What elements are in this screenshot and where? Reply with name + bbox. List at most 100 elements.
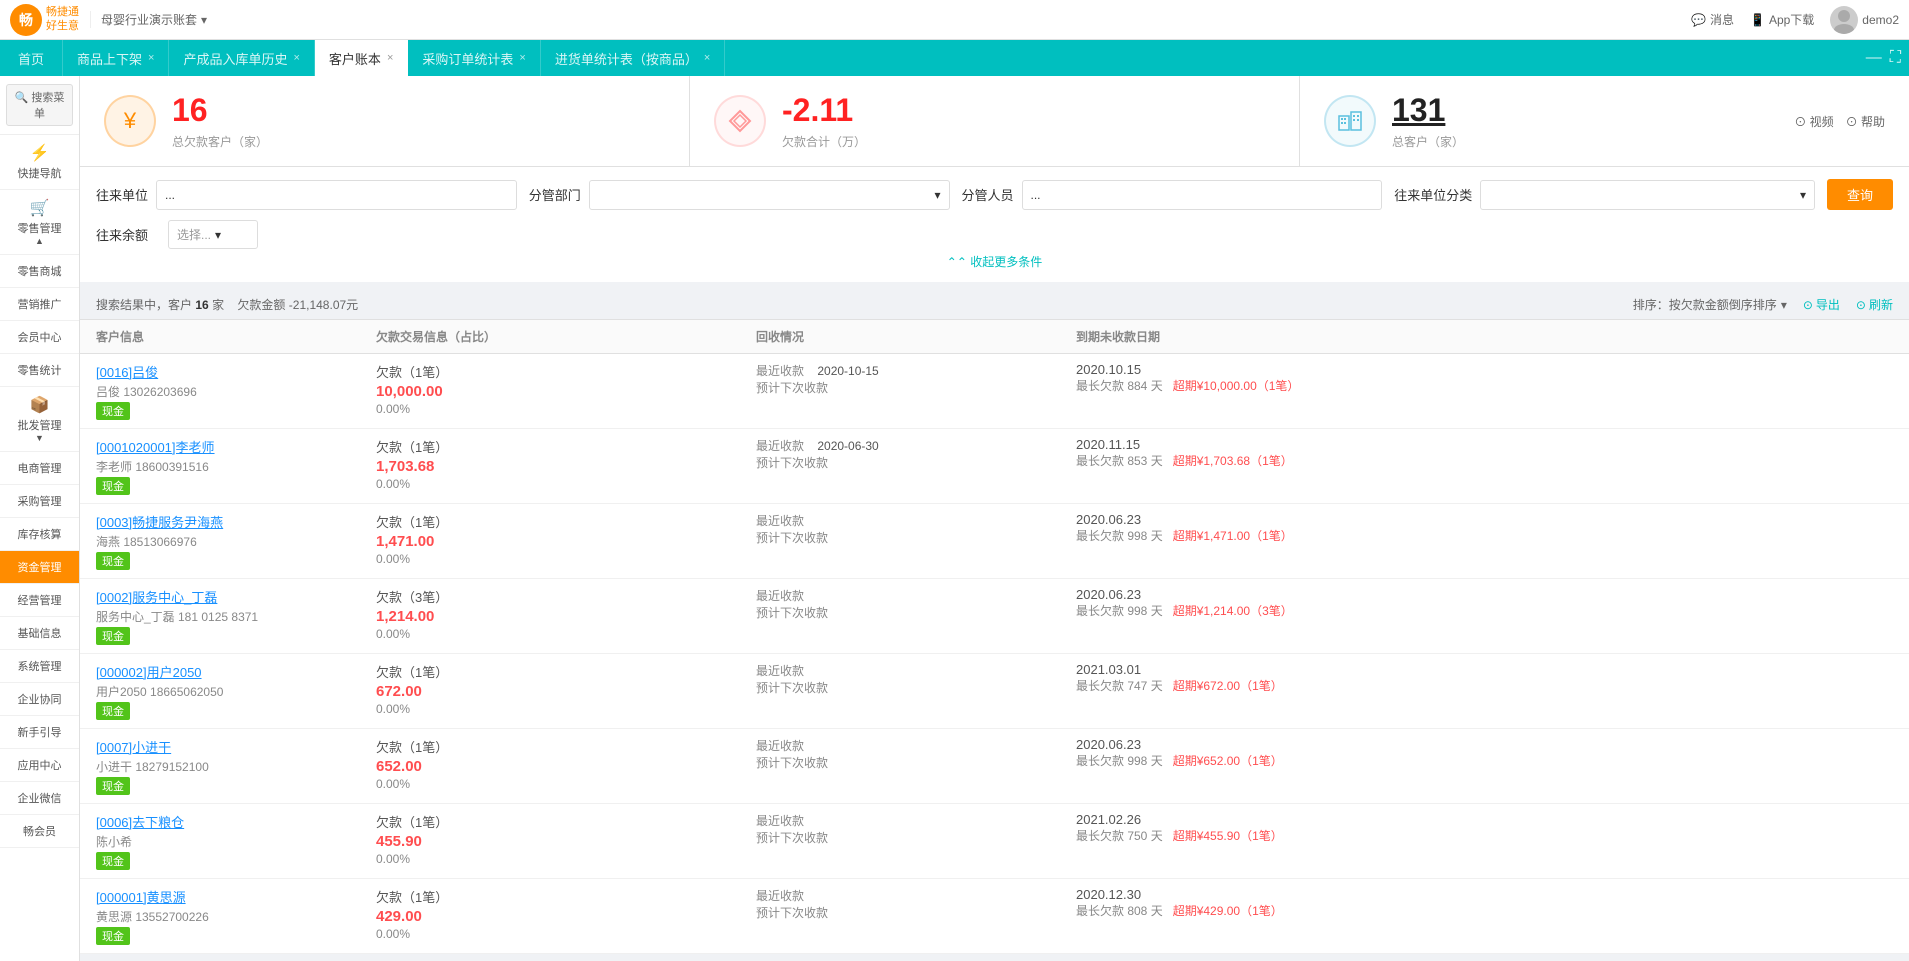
table-row: [0006]去下粮仓 陈小希 现金 欠款（1笔） 455.90 0.00% 最近… (80, 804, 1909, 879)
overdue-link-5[interactable]: 超期¥652.00（1笔） (1173, 754, 1283, 768)
overdue-link-7[interactable]: 超期¥429.00（1笔） (1173, 904, 1283, 918)
search-button[interactable]: 查询 (1827, 179, 1893, 210)
sort-chevron-icon: ▾ (1781, 298, 1787, 312)
overdue-link-0[interactable]: 超期¥10,000.00（1笔） (1173, 379, 1300, 393)
tab-product-history[interactable]: 产成品入库单历史 × (169, 40, 314, 76)
cell-due-5: 2020.06.23 最长欠款 998 天 超期¥652.00（1笔） (1076, 737, 1893, 795)
chevron-down-icon: ▾ (215, 228, 221, 242)
due-overdue-0: 最长欠款 884 天 超期¥10,000.00（1笔） (1076, 377, 1893, 394)
overdue-link-6[interactable]: 超期¥455.90（1笔） (1173, 829, 1283, 843)
overdue-link-3[interactable]: 超期¥1,214.00（3笔） (1173, 604, 1293, 618)
user-menu[interactable]: demo2 (1830, 6, 1899, 34)
debt-amount-5[interactable]: 652.00 (376, 758, 756, 775)
collapse-icon: ⌃⌃ (947, 255, 967, 269)
sidebar-item-enterprise-wechat[interactable]: 企业微信 (0, 782, 79, 815)
debt-amount-0[interactable]: 10,000.00 (376, 383, 756, 400)
customer-name-5[interactable]: [0007]小进干 (96, 737, 376, 756)
customer-tag-2: 现金 (96, 552, 130, 570)
customer-name-4[interactable]: [000002]用户2050 (96, 662, 376, 681)
sidebar-item-retail-mgmt[interactable]: 🛒 零售管理 ▲ (0, 190, 79, 255)
table-row: [000002]用户2050 用户2050 18665062050 现金 欠款（… (80, 654, 1909, 729)
sidebar-item-ecommerce[interactable]: 电商管理 (0, 452, 79, 485)
overdue-link-1[interactable]: 超期¥1,703.68（1笔） (1173, 454, 1293, 468)
sort-selector[interactable]: 排序：按欠款金额倒序排序 ▾ (1633, 296, 1787, 313)
sidebar-item-enterprise[interactable]: 企业协同 (0, 683, 79, 716)
sidebar-item-vip-member[interactable]: 畅会员 (0, 815, 79, 848)
tab-customer-account[interactable]: 客户账本 × (315, 40, 408, 76)
sidebar-item-member[interactable]: 会员中心 (0, 321, 79, 354)
debt-total-icon (714, 95, 766, 147)
maximize-icon[interactable]: ⛶ (1890, 49, 1901, 67)
cell-payment-2: 最近收款 预计下次收款 (756, 512, 1076, 570)
sidebar-item-finance[interactable]: 资金管理 (0, 551, 79, 584)
balance-value: 选择... (177, 226, 211, 243)
overdue-link-2[interactable]: 超期¥1,471.00（1笔） (1173, 529, 1293, 543)
payment-next-0: 预计下次收款 (756, 379, 1076, 396)
sidebar-item-basic-info[interactable]: 基础信息 (0, 617, 79, 650)
tab-close-icon[interactable]: × (704, 52, 710, 64)
sidebar-item-quick-nav[interactable]: ⚡ 快捷导航 (0, 135, 79, 190)
sidebar-item-system[interactable]: 系统管理 (0, 650, 79, 683)
debt-percent-6: 0.00% (376, 852, 756, 866)
sidebar-item-retail-mall[interactable]: 零售商城 (0, 255, 79, 288)
overdue-link-4[interactable]: 超期¥672.00（1笔） (1173, 679, 1283, 693)
person-input[interactable]: ... (1022, 180, 1383, 210)
due-date-6: 2021.02.26 (1076, 812, 1893, 827)
collapse-bar[interactable]: ⌃⌃ 收起更多条件 (96, 253, 1893, 270)
unit-category-select[interactable]: ▾ (1480, 180, 1815, 210)
dept-select[interactable]: ▾ (589, 180, 950, 210)
customer-phone-6: 陈小希 (96, 833, 376, 850)
partner-unit-input[interactable]: ... (156, 180, 517, 210)
sidebar-item-retail-stats[interactable]: 零售统计 (0, 354, 79, 387)
cell-debt-4: 欠款（1笔） 672.00 0.00% (376, 662, 756, 720)
tab-close-icon[interactable]: × (293, 52, 299, 64)
debt-amount-2[interactable]: 1,471.00 (376, 533, 756, 550)
debt-amount-3[interactable]: 1,214.00 (376, 608, 756, 625)
tab-home[interactable]: 首页 (0, 40, 63, 76)
sidebar-item-inventory[interactable]: 库存核算 (0, 518, 79, 551)
debt-amount-4[interactable]: 672.00 (376, 683, 756, 700)
tab-close-icon[interactable]: × (387, 52, 393, 64)
tab-purchase-product-stats[interactable]: 进货单统计表（按商品） × (541, 40, 725, 76)
customer-name-1[interactable]: [0001020001]李老师 (96, 437, 376, 456)
customer-name-3[interactable]: [0002]服务中心_丁磊 (96, 587, 376, 606)
tab-purchase-stats[interactable]: 采购订单统计表 × (408, 40, 540, 76)
sidebar-item-beginner[interactable]: 新手引导 (0, 716, 79, 749)
filter-unit-category: 往来单位分类 ▾ (1394, 180, 1815, 210)
cell-debt-1: 欠款（1笔） 1,703.68 0.00% (376, 437, 756, 495)
message-button[interactable]: 💬 消息 (1691, 11, 1734, 28)
search-menu-button[interactable]: 🔍 搜索菜单 (6, 84, 73, 126)
tab-product-listing[interactable]: 商品上下架 × (63, 40, 169, 76)
debt-amount-1[interactable]: 1,703.68 (376, 458, 756, 475)
customer-name-6[interactable]: [0006]去下粮仓 (96, 812, 376, 831)
help-button[interactable]: ⊙ 帮助 (1846, 113, 1885, 130)
minimize-icon[interactable]: — (1866, 49, 1882, 67)
phone-icon: 📱 (1750, 13, 1765, 27)
table-row: [000001]黄思源 黄思源 13552700226 现金 欠款（1笔） 42… (80, 879, 1909, 954)
tab-close-icon[interactable]: × (148, 52, 154, 64)
cell-customer-1: [0001020001]李老师 李老师 18600391516 现金 (96, 437, 376, 495)
balance-select[interactable]: 选择... ▾ (168, 220, 258, 249)
sidebar-item-operations[interactable]: 经营管理 (0, 584, 79, 617)
payment-last-2: 最近收款 (756, 512, 1076, 529)
sidebar-item-wholesale-mgmt[interactable]: 📦 批发管理 ▼ (0, 387, 79, 452)
debt-amount-7[interactable]: 429.00 (376, 908, 756, 925)
customer-name-2[interactable]: [0003]畅捷服务尹海燕 (96, 512, 376, 531)
refresh-button[interactable]: ⊙ 刷新 (1856, 296, 1893, 313)
customer-name-7[interactable]: [000001]黄思源 (96, 887, 376, 906)
app-download-button[interactable]: 📱 App下载 (1750, 11, 1814, 28)
export-button[interactable]: ⊙ 导出 (1803, 296, 1840, 313)
debt-count-3: 欠款（3笔） (376, 587, 756, 606)
video-button[interactable]: ⊙ 视频 (1794, 113, 1833, 130)
debt-amount-6[interactable]: 455.90 (376, 833, 756, 850)
main-layout: 🔍 搜索菜单 ⚡ 快捷导航 🛒 零售管理 ▲ 零售商城 营销推广 会员中心 零售… (0, 76, 1909, 961)
debt-percent-2: 0.00% (376, 552, 756, 566)
cell-due-1: 2020.11.15 最长欠款 853 天 超期¥1,703.68（1笔） (1076, 437, 1893, 495)
sidebar-item-purchase[interactable]: 采购管理 (0, 485, 79, 518)
cell-due-7: 2020.12.30 最长欠款 808 天 超期¥429.00（1笔） (1076, 887, 1893, 945)
tab-close-icon[interactable]: × (519, 52, 525, 64)
customer-name-0[interactable]: [0016]吕俊 (96, 362, 376, 381)
sidebar-item-marketing[interactable]: 营销推广 (0, 288, 79, 321)
system-selector[interactable]: 母婴行业演示账套 ▾ (90, 11, 221, 28)
sidebar-item-app-center[interactable]: 应用中心 (0, 749, 79, 782)
